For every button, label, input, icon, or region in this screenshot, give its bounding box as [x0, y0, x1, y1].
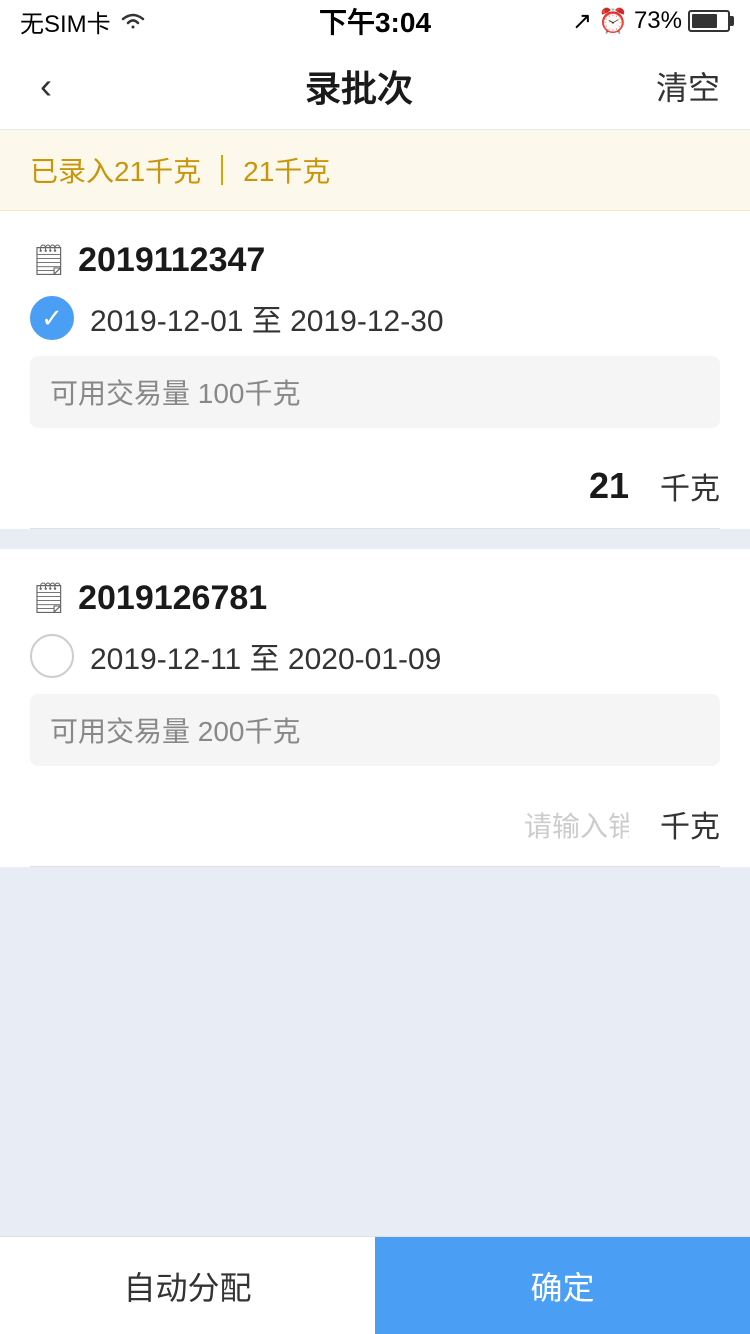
qty-input-row-2: 千克 [30, 782, 720, 867]
batch-item-2: 🗒 2019126781 2019-12-11 至 2020-01-09 可用交… [0, 549, 750, 867]
carrier-text: 无SIM卡 [20, 4, 111, 39]
batch-doc-icon-1: 🗒 [30, 243, 68, 278]
location-icon: ↗ [572, 7, 592, 36]
batch-header-1: 🗒 2019112347 [30, 241, 720, 280]
batch-doc-icon-2: 🗒 [30, 581, 68, 616]
status-right: ↗ ⏰ 73% [572, 7, 730, 36]
content-area: 🗒 2019112347 ✓ 2019-12-01 至 2019-12-30 可… [0, 211, 750, 867]
qty-input-1[interactable] [524, 465, 644, 507]
batch-id-2: 2019126781 [78, 579, 267, 618]
status-left: 无SIM卡 [20, 4, 147, 39]
qty-input-row-1: 千克 [30, 444, 720, 529]
battery-icon [688, 10, 730, 32]
auto-distribute-button[interactable]: 自动分配 [0, 1237, 375, 1334]
batch-header-2: 🗒 2019126781 [30, 579, 720, 618]
nav-bar: ‹ 录批次 清空 [0, 42, 750, 130]
qty-unit-1: 千克 [660, 464, 720, 508]
batch-date-row-1: ✓ 2019-12-01 至 2019-12-30 [30, 296, 720, 340]
alarm-icon: ⏰ [598, 7, 628, 36]
available-qty-2: 可用交易量 200千克 [30, 694, 720, 766]
radio-button-2[interactable] [30, 634, 74, 678]
recorded-amount-value: 21千克 [243, 150, 330, 190]
batch-date-1: 2019-12-01 至 2019-12-30 [90, 296, 444, 340]
wifi-icon [119, 11, 147, 31]
batch-item-1: 🗒 2019112347 ✓ 2019-12-01 至 2019-12-30 可… [0, 211, 750, 529]
batch-date-2: 2019-12-11 至 2020-01-09 [90, 634, 441, 678]
recorded-amount-label: 已录入21千克 [30, 150, 201, 190]
status-time: 下午3:04 [319, 1, 431, 41]
page-title: 录批次 [305, 60, 413, 112]
battery-percent: 73% [634, 7, 682, 35]
section-divider [0, 529, 750, 549]
available-qty-1: 可用交易量 100千克 [30, 356, 720, 428]
check-mark-1: ✓ [41, 303, 63, 334]
confirm-button[interactable]: 确定 [375, 1237, 750, 1334]
qty-input-2[interactable] [524, 803, 644, 845]
status-bar: 无SIM卡 下午3:04 ↗ ⏰ 73% [0, 0, 750, 42]
banner-divider [221, 155, 223, 185]
clear-button[interactable]: 清空 [656, 63, 720, 109]
back-button[interactable]: ‹ [30, 55, 62, 117]
bottom-bar: 自动分配 确定 [0, 1236, 750, 1334]
qty-unit-2: 千克 [660, 802, 720, 846]
info-banner: 已录入21千克 21千克 [0, 130, 750, 211]
radio-button-1[interactable]: ✓ [30, 296, 74, 340]
batch-id-1: 2019112347 [78, 241, 265, 280]
batch-date-row-2: 2019-12-11 至 2020-01-09 [30, 634, 720, 678]
